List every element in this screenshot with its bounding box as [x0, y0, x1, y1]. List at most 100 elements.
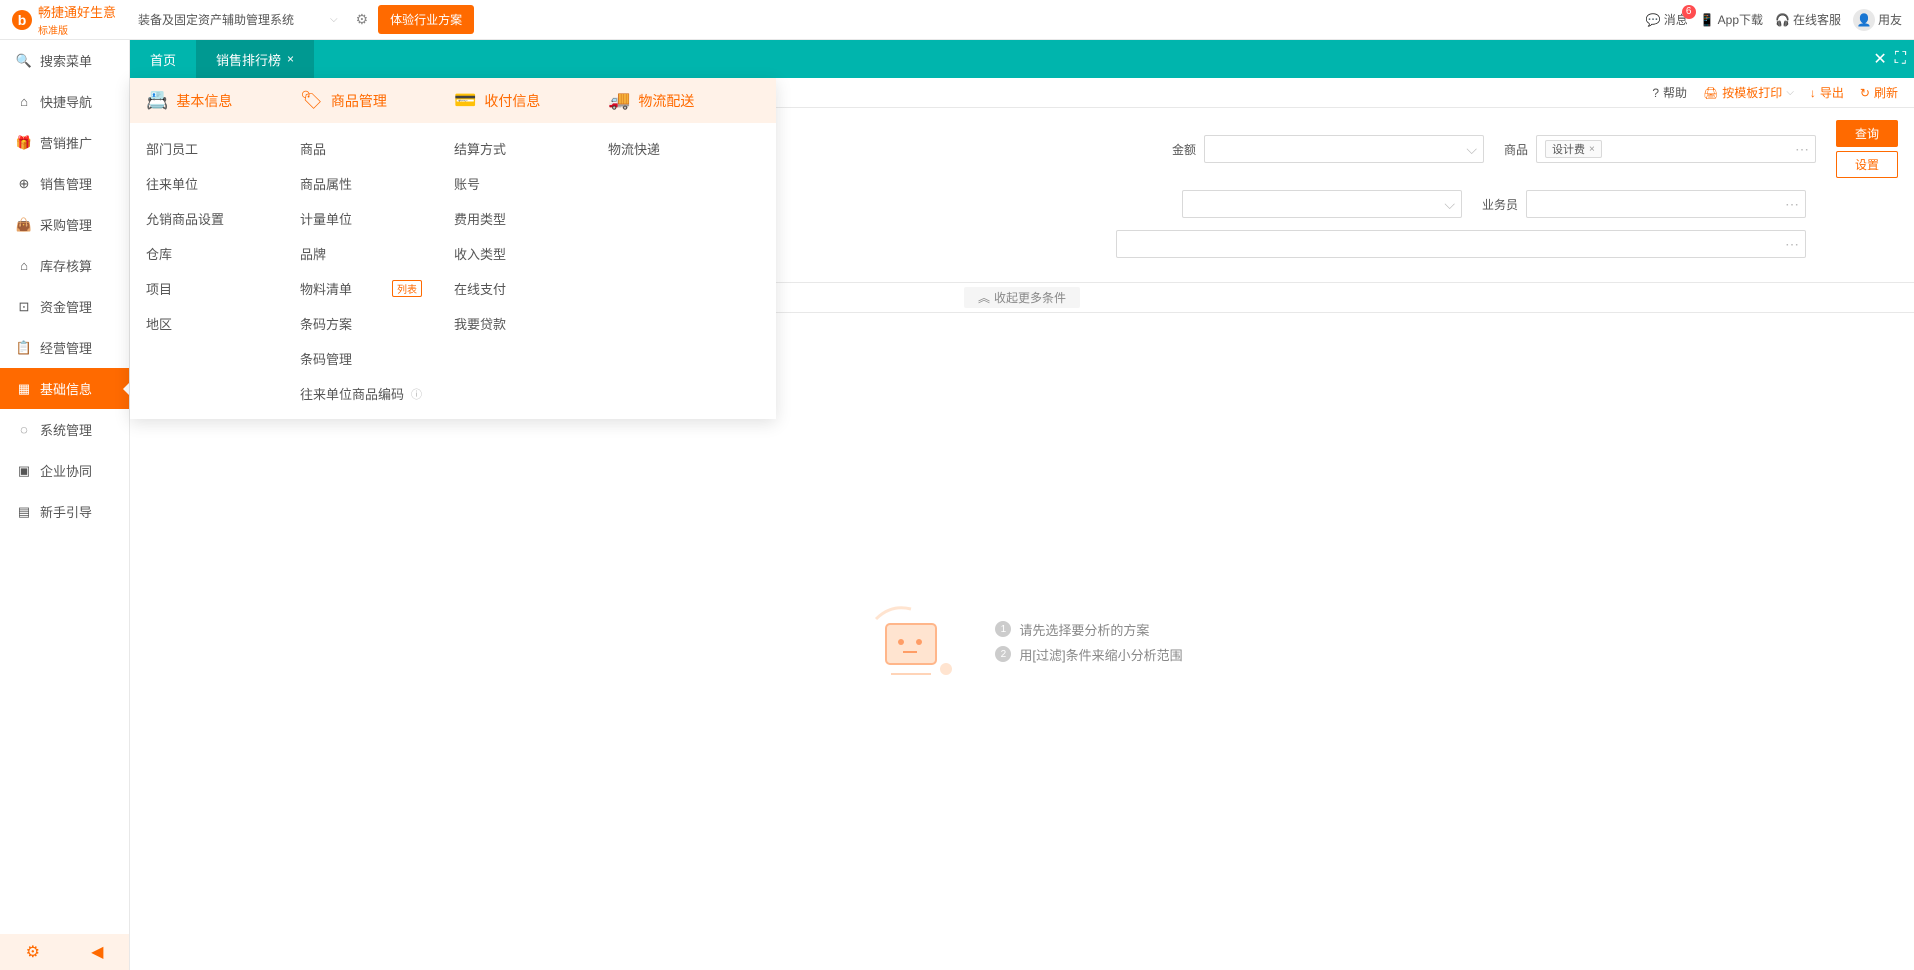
sidebar-item-quicknav[interactable]: ⌂快捷导航 [0, 81, 129, 122]
sidebar-item-marketing[interactable]: 🎁营销推广 [0, 122, 129, 163]
help-button[interactable]: ?帮助 [1652, 84, 1687, 101]
collapse-icon[interactable]: ◀ [91, 942, 103, 962]
settings-button[interactable]: 设置 [1836, 151, 1898, 178]
collab-icon: ▣ [16, 463, 32, 479]
home-icon: ⌂ [16, 94, 32, 110]
mega-item-online-pay[interactable]: 在线支付 [438, 271, 592, 306]
sidebar-item-system[interactable]: ◌系统管理 [0, 409, 129, 450]
sidebar-item-basicinfo[interactable]: ▦基础信息 [0, 368, 129, 409]
close-icon[interactable]: × [287, 52, 294, 66]
mega-item-partner-goods-code[interactable]: 往来单位商品编码ⓘ [284, 376, 438, 411]
sidebar-item-funds[interactable]: ⊡资金管理 [0, 286, 129, 327]
export-button[interactable]: ↓导出 [1810, 84, 1844, 101]
mega-item-settlement[interactable]: 结算方式 [438, 131, 592, 166]
amount-select[interactable]: ⌵ [1204, 135, 1484, 163]
settings-icon[interactable]: ⚙ [26, 942, 40, 962]
sidebar-item-sales[interactable]: ⊕销售管理 [0, 163, 129, 204]
mega-item-brand[interactable]: 品牌 [284, 236, 438, 271]
mega-header-basic: 📇基本信息 [130, 78, 284, 123]
sidebar-item-guide[interactable]: ▤新手引导 [0, 491, 129, 532]
tag-close-icon[interactable]: × [1589, 144, 1595, 155]
avatar-icon: 👤 [1853, 9, 1875, 31]
sidebar-item-search[interactable]: 🔍搜索菜单 [0, 40, 129, 81]
help-icon: ? [1652, 86, 1659, 100]
extra-input[interactable]: ⋯ [1116, 230, 1806, 258]
sidebar-item-collab[interactable]: ▣企业协同 [0, 450, 129, 491]
product-icon: 🏷 [300, 90, 323, 111]
help-icon[interactable]: ⓘ [411, 386, 422, 402]
content-area: 首页 销售排行榜 × ✕ ⛶ 📇基本信息 🏷商品管理 💳收付信息 🚚物流配送 部… [130, 40, 1914, 970]
gear-icon[interactable]: ⚙ [356, 11, 369, 28]
warehouse-icon: ⌂ [16, 258, 32, 274]
mega-item-partner[interactable]: 往来单位 [130, 166, 284, 201]
mega-item-account[interactable]: 账号 [438, 166, 592, 201]
mega-item-express[interactable]: 物流快递 [592, 131, 776, 166]
mega-item-sellable[interactable]: 允销商品设置 [130, 201, 284, 236]
empty-steps: 1请先选择要分析的方案 2用[过滤]条件来缩小分析范围 [995, 614, 1182, 670]
message-icon: 💬 [1646, 13, 1661, 27]
try-industry-button[interactable]: 体验行业方案 [378, 5, 474, 34]
more-icon[interactable]: ⋯ [1785, 196, 1797, 213]
filter-label-amount: 金额 [1172, 141, 1196, 158]
messages-button[interactable]: 💬 消息 6 [1646, 11, 1688, 28]
mega-item-goods-attr[interactable]: 商品属性 [284, 166, 438, 201]
mega-item-barcode-mgmt[interactable]: 条码管理 [284, 341, 438, 376]
tabs-bar: 首页 销售排行榜 × ✕ ⛶ [130, 40, 1914, 78]
sidebar-item-business[interactable]: 📋经营管理 [0, 327, 129, 368]
tab-sales-ranking[interactable]: 销售排行榜 × [196, 40, 314, 78]
mega-item-warehouse[interactable]: 仓库 [130, 236, 284, 271]
mega-col-product: 商品 商品属性 计量单位 品牌 物料清单列表 条码方案 条码管理 往来单位商品编… [284, 123, 438, 419]
mega-item-barcode-plan[interactable]: 条码方案 [284, 306, 438, 341]
gift-icon: 🎁 [16, 135, 32, 151]
more-icon[interactable]: ⋯ [1785, 236, 1797, 253]
product-input[interactable]: 设计费× ⋯ [1536, 135, 1816, 163]
sidebar-item-inventory[interactable]: ⌂库存核算 [0, 245, 129, 286]
fullscreen-icon[interactable]: ⛶ [1895, 50, 1906, 68]
print-icon: 🖨 [1703, 86, 1718, 100]
chevron-up-icon: ︽ [978, 289, 990, 306]
step-1-text: 请先选择要分析的方案 [1019, 620, 1149, 639]
system-name: 装备及固定资产辅助管理系统 [138, 11, 294, 28]
mega-item-income-type[interactable]: 收入类型 [438, 236, 592, 271]
filter-label-product: 商品 [1504, 141, 1528, 158]
chevron-down-icon: ⌵ [1786, 87, 1794, 98]
list-tag: 列表 [392, 280, 422, 297]
mega-item-unit[interactable]: 计量单位 [284, 201, 438, 236]
app-download-button[interactable]: 📱 App下载 [1700, 11, 1763, 28]
guide-icon: ▤ [16, 504, 32, 520]
amount-select-2[interactable]: ⌵ [1182, 190, 1462, 218]
tab-home[interactable]: 首页 [130, 40, 196, 78]
chevron-down-icon: ⌵ [1444, 196, 1453, 213]
mega-item-bom[interactable]: 物料清单列表 [284, 271, 438, 306]
mega-item-loan[interactable]: 我要贷款 [438, 306, 592, 341]
refresh-button[interactable]: ↻刷新 [1860, 84, 1898, 101]
sidebar: 🔍搜索菜单 ⌂快捷导航 🎁营销推广 ⊕销售管理 👜采购管理 ⌂库存核算 ⊡资金管… [0, 40, 130, 970]
mega-item-region[interactable]: 地区 [130, 306, 284, 341]
sidebar-item-purchase[interactable]: 👜采购管理 [0, 204, 129, 245]
query-button[interactable]: 查询 [1836, 120, 1898, 147]
mega-header-logistics: 🚚物流配送 [592, 78, 776, 123]
chevron-down-icon: ⌵ [1466, 141, 1475, 158]
more-icon[interactable]: ⋯ [1795, 141, 1807, 158]
clipboard-icon: 📋 [16, 340, 32, 356]
logo-icon: b [12, 10, 32, 30]
user-menu[interactable]: 👤 用友 [1853, 9, 1902, 31]
payment-icon: 💳 [454, 90, 476, 111]
data-icon: ▦ [16, 381, 32, 397]
system-icon: ◌ [16, 422, 32, 438]
system-selector[interactable]: 装备及固定资产辅助管理系统 ⌵ [130, 11, 346, 28]
tabs-right: ✕ ⛶ [1873, 40, 1914, 78]
mega-item-project[interactable]: 项目 [130, 271, 284, 306]
mega-item-goods[interactable]: 商品 [284, 131, 438, 166]
mega-header-product: 🏷商品管理 [284, 78, 438, 123]
close-all-icon[interactable]: ✕ [1873, 49, 1886, 69]
step-1-num: 1 [995, 621, 1011, 637]
mega-item-dept[interactable]: 部门员工 [130, 131, 284, 166]
truck-icon: 🚚 [608, 90, 630, 111]
print-button[interactable]: 🖨按模板打印⌵ [1703, 84, 1794, 101]
mega-item-expense-type[interactable]: 费用类型 [438, 201, 592, 236]
sales-input[interactable]: ⋯ [1526, 190, 1806, 218]
mega-col-payment: 结算方式 账号 费用类型 收入类型 在线支付 我要贷款 [438, 123, 592, 419]
online-service-button[interactable]: 🎧 在线客服 [1775, 11, 1841, 28]
search-icon: 🔍 [16, 53, 32, 69]
